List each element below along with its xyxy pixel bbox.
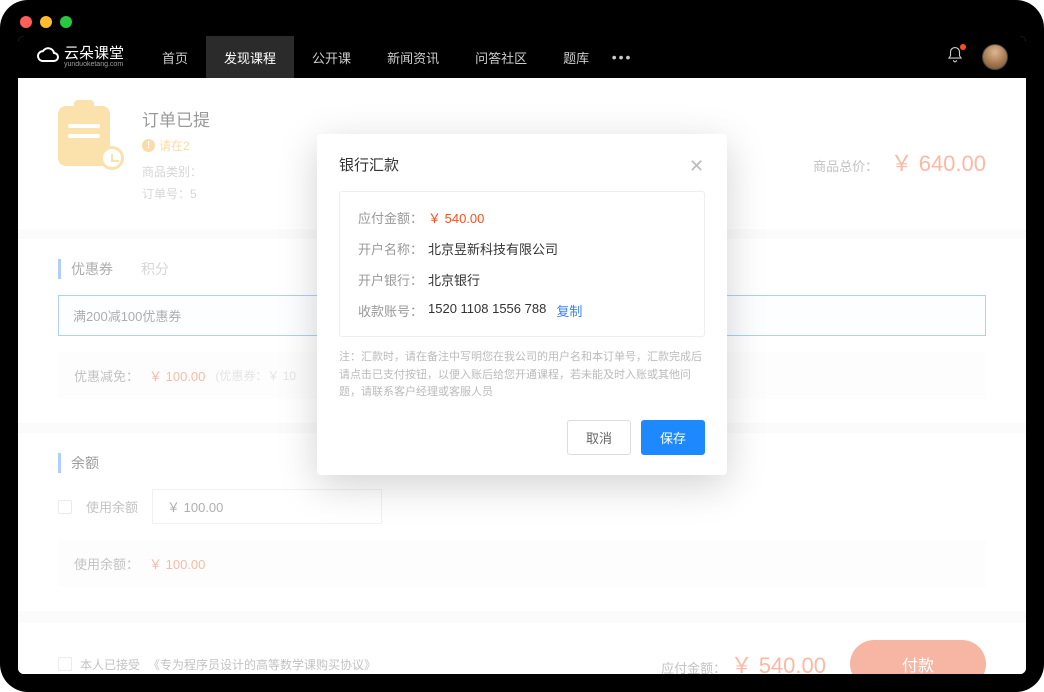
app-window: 云朵课堂 yunduoketang.com 首页 发现课程 公开课 新闻资讯 问… (18, 36, 1026, 674)
close-icon[interactable]: ✕ (689, 157, 705, 173)
modal-overlay[interactable]: 银行汇款 ✕ 应付金额： ￥ 540.00 开户名称： 北京昱新科技有限公司 (18, 78, 1026, 674)
nav-news[interactable]: 新闻资讯 (369, 36, 457, 78)
notifications-button[interactable] (946, 46, 964, 69)
bank-transfer-modal: 银行汇款 ✕ 应付金额： ￥ 540.00 开户名称： 北京昱新科技有限公司 (317, 134, 727, 475)
page-content: 订单已提 ! 请在2 商品类别： 订单号：5 商品总价： ￥ 640.00 优惠… (18, 78, 1026, 674)
cancel-button[interactable]: 取消 (567, 420, 631, 455)
nav-bank[interactable]: 题库 (545, 36, 607, 78)
nav-qa[interactable]: 问答社区 (457, 36, 545, 78)
window-controls (20, 16, 72, 28)
modal-bank-label: 开户银行： (358, 270, 428, 289)
modal-note: 注：汇款时，请在备注中写明您在我公司的用户名和本订单号，汇款完成后请点击已支付按… (339, 349, 705, 402)
minimize-window-icon[interactable] (40, 16, 52, 28)
avatar[interactable] (982, 44, 1008, 70)
nav-discover[interactable]: 发现课程 (206, 36, 294, 78)
copy-button[interactable]: 复制 (556, 301, 582, 320)
nav-open-class[interactable]: 公开课 (294, 36, 369, 78)
nav-home[interactable]: 首页 (144, 36, 206, 78)
modal-amount-label: 应付金额： (358, 208, 428, 227)
close-window-icon[interactable] (20, 16, 32, 28)
modal-account-no-label: 收款账号： (358, 301, 428, 320)
modal-account-no-value: 1520 1108 1556 788 (428, 301, 546, 320)
notification-dot-icon (960, 44, 966, 50)
brand-logo[interactable]: 云朵课堂 yunduoketang.com (36, 45, 124, 69)
modal-body: 应付金额： ￥ 540.00 开户名称： 北京昱新科技有限公司 开户银行： 北京… (339, 191, 705, 337)
modal-title: 银行汇款 (339, 154, 399, 175)
modal-amount-value: ￥ 540.00 (428, 208, 484, 227)
save-button[interactable]: 保存 (641, 420, 705, 455)
cloud-icon (36, 45, 60, 69)
brand-sub: yunduoketang.com (64, 61, 124, 68)
topbar: 云朵课堂 yunduoketang.com 首页 发现课程 公开课 新闻资讯 问… (18, 36, 1026, 78)
modal-account-name-value: 北京昱新科技有限公司 (428, 239, 558, 258)
main-nav: 首页 发现课程 公开课 新闻资讯 问答社区 题库 ••• (144, 36, 637, 78)
modal-bank-value: 北京银行 (428, 270, 480, 289)
modal-account-name-label: 开户名称： (358, 239, 428, 258)
brand-name: 云朵课堂 (64, 46, 124, 61)
maximize-window-icon[interactable] (60, 16, 72, 28)
device-frame: 云朵课堂 yunduoketang.com 首页 发现课程 公开课 新闻资讯 问… (0, 0, 1044, 692)
nav-more-icon[interactable]: ••• (607, 36, 637, 78)
